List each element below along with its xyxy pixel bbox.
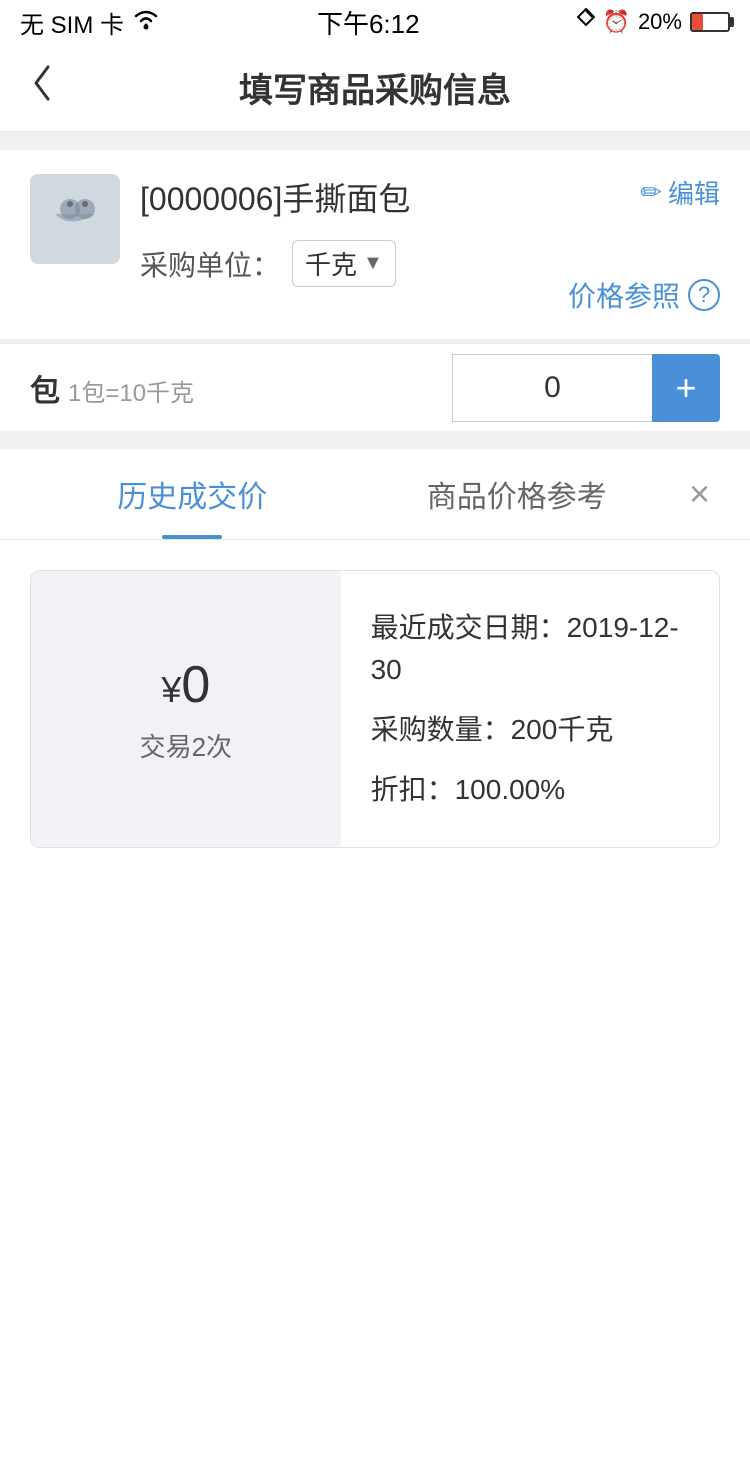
product-name: [0000006]手撕面包 <box>140 174 410 220</box>
purchase-qty-label: 采购数量： <box>371 714 511 745</box>
unit-select[interactable]: 千克 ▼ <box>292 240 396 287</box>
currency-symbol: ¥ <box>161 669 181 710</box>
price-number: 0 <box>181 656 210 714</box>
product-image <box>30 174 120 264</box>
price-ref-button[interactable]: 价格参照 ? <box>568 275 720 315</box>
discount-label: 折扣： <box>371 774 455 805</box>
purchase-qty-row: 采购数量：200千克 <box>371 709 689 751</box>
status-bar: 无 SIM 卡 下午6:12 ⏰ 20% <box>0 0 750 44</box>
tab-active-indicator <box>162 535 222 539</box>
help-icon: ? <box>688 279 720 311</box>
recent-date-label: 最近成交日期： <box>371 612 567 643</box>
section-divider <box>0 431 750 449</box>
history-card: ¥0 交易2次 最近成交日期：2019-12-30 采购数量：200千克 折扣：… <box>30 570 720 848</box>
edit-label: 编辑 <box>668 174 720 211</box>
tab-close-button[interactable]: × <box>679 463 720 525</box>
quantity-row: 包 1包=10千克 0 + <box>0 343 750 431</box>
quantity-input[interactable]: 0 <box>452 354 652 422</box>
wifi-icon <box>132 8 160 37</box>
recent-date-row: 最近成交日期：2019-12-30 <box>371 607 689 691</box>
status-bar-right: ⏰ 20% <box>577 8 730 36</box>
discount-row: 折扣：100.00% <box>371 769 689 811</box>
tab-history-label: 历史成交价 <box>117 472 267 516</box>
edit-icon: ✏ <box>640 177 662 208</box>
edit-button[interactable]: ✏ 编辑 <box>640 174 720 211</box>
price-ref-label: 价格参照 <box>568 275 680 315</box>
quantity-label: 包 1包=10千克 <box>30 366 194 410</box>
tab-price-ref[interactable]: 商品价格参考 <box>354 449 678 539</box>
tab-history-price[interactable]: 历史成交价 <box>30 449 354 539</box>
quantity-plus-button[interactable]: + <box>652 354 720 422</box>
battery-label: 20% <box>638 9 682 35</box>
battery-icon <box>690 12 730 32</box>
history-details-section: 最近成交日期：2019-12-30 采购数量：200千克 折扣：100.00% <box>341 571 719 847</box>
history-price-value: ¥0 <box>161 655 210 715</box>
nav-bar: 填写商品采购信息 <box>0 44 750 132</box>
discount-value: 100.00% <box>455 774 566 805</box>
page-title: 填写商品采购信息 <box>239 63 511 112</box>
tabs-header: 历史成交价 商品价格参考 × <box>0 449 750 540</box>
quantity-input-group: 0 + <box>452 354 720 422</box>
dropdown-arrow-icon: ▼ <box>363 252 383 275</box>
product-card: [0000006]手撕面包 采购单位： 千克 ▼ ✏ 编辑 价格参照 ? <box>0 150 750 339</box>
unit-label: 采购单位： <box>140 244 280 284</box>
purchase-qty-value: 200千克 <box>511 714 614 745</box>
status-bar-time: 下午6:12 <box>317 4 420 41</box>
main-content-area <box>0 878 750 1478</box>
status-bar-left: 无 SIM 卡 <box>20 5 160 40</box>
unit-conversion: 1包=10千克 <box>68 373 194 408</box>
history-trades-count: 交易2次 <box>140 727 232 764</box>
alarm-icon: ⏰ <box>603 9 630 35</box>
back-button[interactable] <box>30 53 64 122</box>
tab-price-ref-label: 商品价格参考 <box>427 472 607 516</box>
carrier-label: 无 SIM 卡 <box>20 5 124 40</box>
tabs-container: 历史成交价 商品价格参考 × ¥0 交易2次 最近成交日期：2019-12-30… <box>0 449 750 878</box>
unit-big-label: 包 <box>30 366 60 410</box>
location-icon <box>577 8 595 36</box>
unit-value: 千克 <box>305 245 357 282</box>
history-price-section: ¥0 交易2次 <box>31 571 341 847</box>
tab-content: ¥0 交易2次 最近成交日期：2019-12-30 采购数量：200千克 折扣：… <box>0 540 750 878</box>
